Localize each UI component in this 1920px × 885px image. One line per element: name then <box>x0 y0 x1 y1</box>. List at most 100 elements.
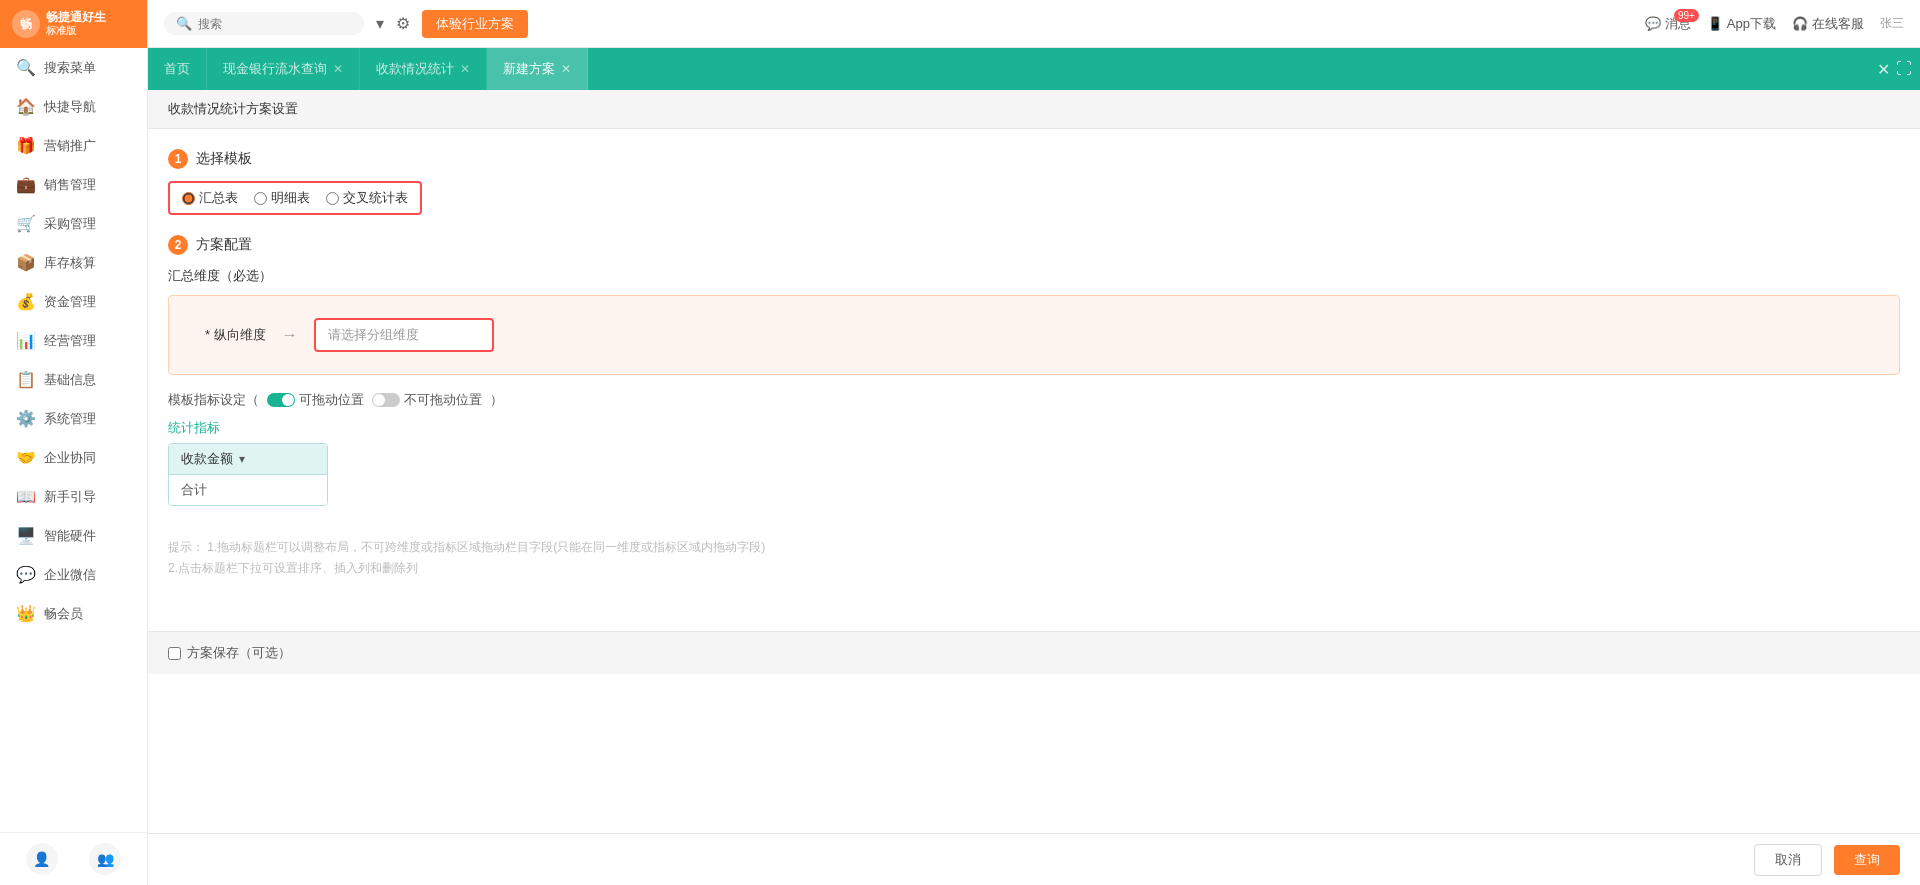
cooperation-icon: 🤝 <box>16 448 36 467</box>
logo-text: 畅捷通好生 标准版 <box>46 10 106 38</box>
summary-dimension-label: 汇总维度（必选） <box>168 267 1900 285</box>
radio-detail[interactable]: 明细表 <box>254 189 310 207</box>
tip-line2: 2.点击标题栏下拉可设置排序、插入列和删除列 <box>168 560 1900 577</box>
footer-bar: 取消 查询 <box>148 833 1920 885</box>
search-icon: 🔍 <box>176 16 192 31</box>
dropdown-icon[interactable]: ▾ <box>376 14 384 33</box>
sidebar-footer-btn1[interactable]: 👤 <box>26 843 58 875</box>
tab-new-plan[interactable]: 新建方案 ✕ <box>487 48 588 90</box>
sidebar-item-member[interactable]: 👑 畅会员 <box>0 594 147 633</box>
maximize-window-icon[interactable]: ⛶ <box>1896 60 1912 78</box>
search-box[interactable]: 🔍 <box>164 12 364 35</box>
guide-icon: 📖 <box>16 487 36 506</box>
sidebar: 畅 畅捷通好生 标准版 🔍 搜索菜单 🏠 快捷导航 🎁 营销推广 💼 销售管理 … <box>0 0 148 885</box>
cancel-button[interactable]: 取消 <box>1754 844 1822 876</box>
metrics-label: 统计指标 <box>168 419 1900 437</box>
sidebar-item-finance[interactable]: 💰 资金管理 <box>0 282 147 321</box>
gear-icon[interactable]: ⚙ <box>396 14 410 33</box>
dimension-arrow-icon: → <box>282 326 298 344</box>
save-section: 方案保存（可选） <box>148 631 1920 674</box>
drag-toggle[interactable]: 可拖动位置 <box>267 391 364 409</box>
metrics-column-header: 收款金额 <box>181 450 233 468</box>
step2-section: 2 方案配置 汇总维度（必选） * 纵向维度 → 请选择分组维度 模板指标设定（ <box>168 235 1900 591</box>
drag-toggle-icon <box>267 393 295 407</box>
step2-label: 方案配置 <box>196 236 252 254</box>
template-radio-group: 汇总表 明细表 交叉统计表 <box>182 189 408 207</box>
tab-cash-bank[interactable]: 现金银行流水查询 ✕ <box>207 48 360 90</box>
sidebar-item-guide[interactable]: 📖 新手引导 <box>0 477 147 516</box>
operations-icon: 📊 <box>16 331 36 350</box>
nodrag-toggle[interactable]: 不可拖动位置 <box>372 391 482 409</box>
sidebar-item-search-menu[interactable]: 🔍 搜索菜单 <box>0 48 147 87</box>
app-download-btn[interactable]: 📱 App下载 <box>1707 15 1776 33</box>
quick-nav-icon: 🏠 <box>16 97 36 116</box>
step1-section: 1 选择模板 汇总表 明细表 <box>168 149 1900 215</box>
radio-cross[interactable]: 交叉统计表 <box>326 189 408 207</box>
tab-close-new-plan[interactable]: ✕ <box>561 62 571 76</box>
sidebar-item-inventory[interactable]: 📦 库存核算 <box>0 243 147 282</box>
sidebar-item-operations[interactable]: 📊 经营管理 <box>0 321 147 360</box>
user-name: 张三 <box>1880 15 1904 32</box>
service-icon: 🎧 <box>1792 16 1808 31</box>
form-area: 1 选择模板 汇总表 明细表 <box>148 129 1920 631</box>
tab-receipts-stat[interactable]: 收款情况统计 ✕ <box>360 48 487 90</box>
sidebar-item-system[interactable]: ⚙️ 系统管理 <box>0 399 147 438</box>
step1-title: 1 选择模板 <box>168 149 1900 169</box>
breadcrumb: 收款情况统计方案设置 <box>168 101 298 116</box>
step2-num: 2 <box>168 235 188 255</box>
metrics-table: 收款金额 ▾ 合计 <box>168 443 328 506</box>
save-checkbox[interactable] <box>168 647 181 660</box>
metrics-header: 收款金额 ▾ <box>169 444 327 475</box>
search-input[interactable] <box>198 17 338 31</box>
radio-cross-input[interactable] <box>326 192 339 205</box>
radio-summary[interactable]: 汇总表 <box>182 189 238 207</box>
metrics-toggle: 模板指标设定（ 可拖动位置 不可拖动位置 ） <box>168 391 1900 409</box>
radio-summary-input[interactable] <box>182 192 195 205</box>
system-icon: ⚙️ <box>16 409 36 428</box>
metrics-total-cell: 合计 <box>169 475 327 505</box>
download-icon: 📱 <box>1707 16 1723 31</box>
window-controls: ✕ ⛶ <box>1869 48 1920 90</box>
nodrag-toggle-icon <box>372 393 400 407</box>
radio-detail-input[interactable] <box>254 192 267 205</box>
step1-num: 1 <box>168 149 188 169</box>
sidebar-item-basic-info[interactable]: 📋 基础信息 <box>0 360 147 399</box>
step1-label: 选择模板 <box>196 150 252 168</box>
page-header: 收款情况统计方案设置 <box>148 90 1920 129</box>
tips-section: 提示： 1.拖动标题栏可以调整布局，不可跨维度或指标区域拖动栏目字段(只能在同一… <box>168 529 1900 591</box>
tab-home[interactable]: 首页 <box>148 48 207 90</box>
content-area: 收款情况统计方案设置 1 选择模板 汇总表 <box>148 90 1920 833</box>
sidebar-item-purchase[interactable]: 🛒 采购管理 <box>0 204 147 243</box>
tip-line1: 提示： 1.拖动标题栏可以调整布局，不可跨维度或指标区域拖动栏目字段(只能在同一… <box>168 539 1900 556</box>
sales-icon: 💼 <box>16 175 36 194</box>
save-checkbox-label[interactable]: 方案保存（可选） <box>168 644 291 662</box>
sidebar-item-cooperation[interactable]: 🤝 企业协同 <box>0 438 147 477</box>
sidebar-footer-btn2[interactable]: 👥 <box>89 843 121 875</box>
marketing-icon: 🎁 <box>16 136 36 155</box>
sidebar-logo: 畅 畅捷通好生 标准版 <box>0 0 147 48</box>
basic-info-icon: 📋 <box>16 370 36 389</box>
sidebar-item-hardware[interactable]: 🖥️ 智能硬件 <box>0 516 147 555</box>
sidebar-item-marketing[interactable]: 🎁 营销推广 <box>0 126 147 165</box>
dimension-select[interactable]: 请选择分组维度 <box>314 318 494 352</box>
step2-title: 2 方案配置 <box>168 235 1900 255</box>
sidebar-item-quick-nav[interactable]: 🏠 快捷导航 <box>0 87 147 126</box>
metrics-dropdown-icon[interactable]: ▾ <box>239 452 245 466</box>
sidebar-item-sales[interactable]: 💼 销售管理 <box>0 165 147 204</box>
topbar: 🔍 ▾ ⚙ 体验行业方案 💬 消息 99+ 📱 App下载 🎧 在线客服 张三 <box>148 0 1920 48</box>
tab-close-cash-bank[interactable]: ✕ <box>333 62 343 76</box>
member-icon: 👑 <box>16 604 36 623</box>
tab-close-receipts-stat[interactable]: ✕ <box>460 62 470 76</box>
sidebar-footer: 👤 👥 <box>0 832 147 885</box>
badge-count: 99+ <box>1674 9 1699 22</box>
query-button[interactable]: 查询 <box>1834 845 1900 875</box>
close-window-icon[interactable]: ✕ <box>1877 60 1890 79</box>
messages-btn[interactable]: 💬 消息 99+ <box>1645 15 1691 33</box>
dimension-area: * 纵向维度 → 请选择分组维度 <box>168 295 1900 375</box>
message-icon: 💬 <box>1645 16 1661 31</box>
online-service-btn[interactable]: 🎧 在线客服 <box>1792 15 1864 33</box>
tabbar: 首页 现金银行流水查询 ✕ 收款情况统计 ✕ 新建方案 ✕ ✕ ⛶ <box>148 48 1920 90</box>
sidebar-item-wechat[interactable]: 💬 企业微信 <box>0 555 147 594</box>
trial-button[interactable]: 体验行业方案 <box>422 10 528 38</box>
purchase-icon: 🛒 <box>16 214 36 233</box>
